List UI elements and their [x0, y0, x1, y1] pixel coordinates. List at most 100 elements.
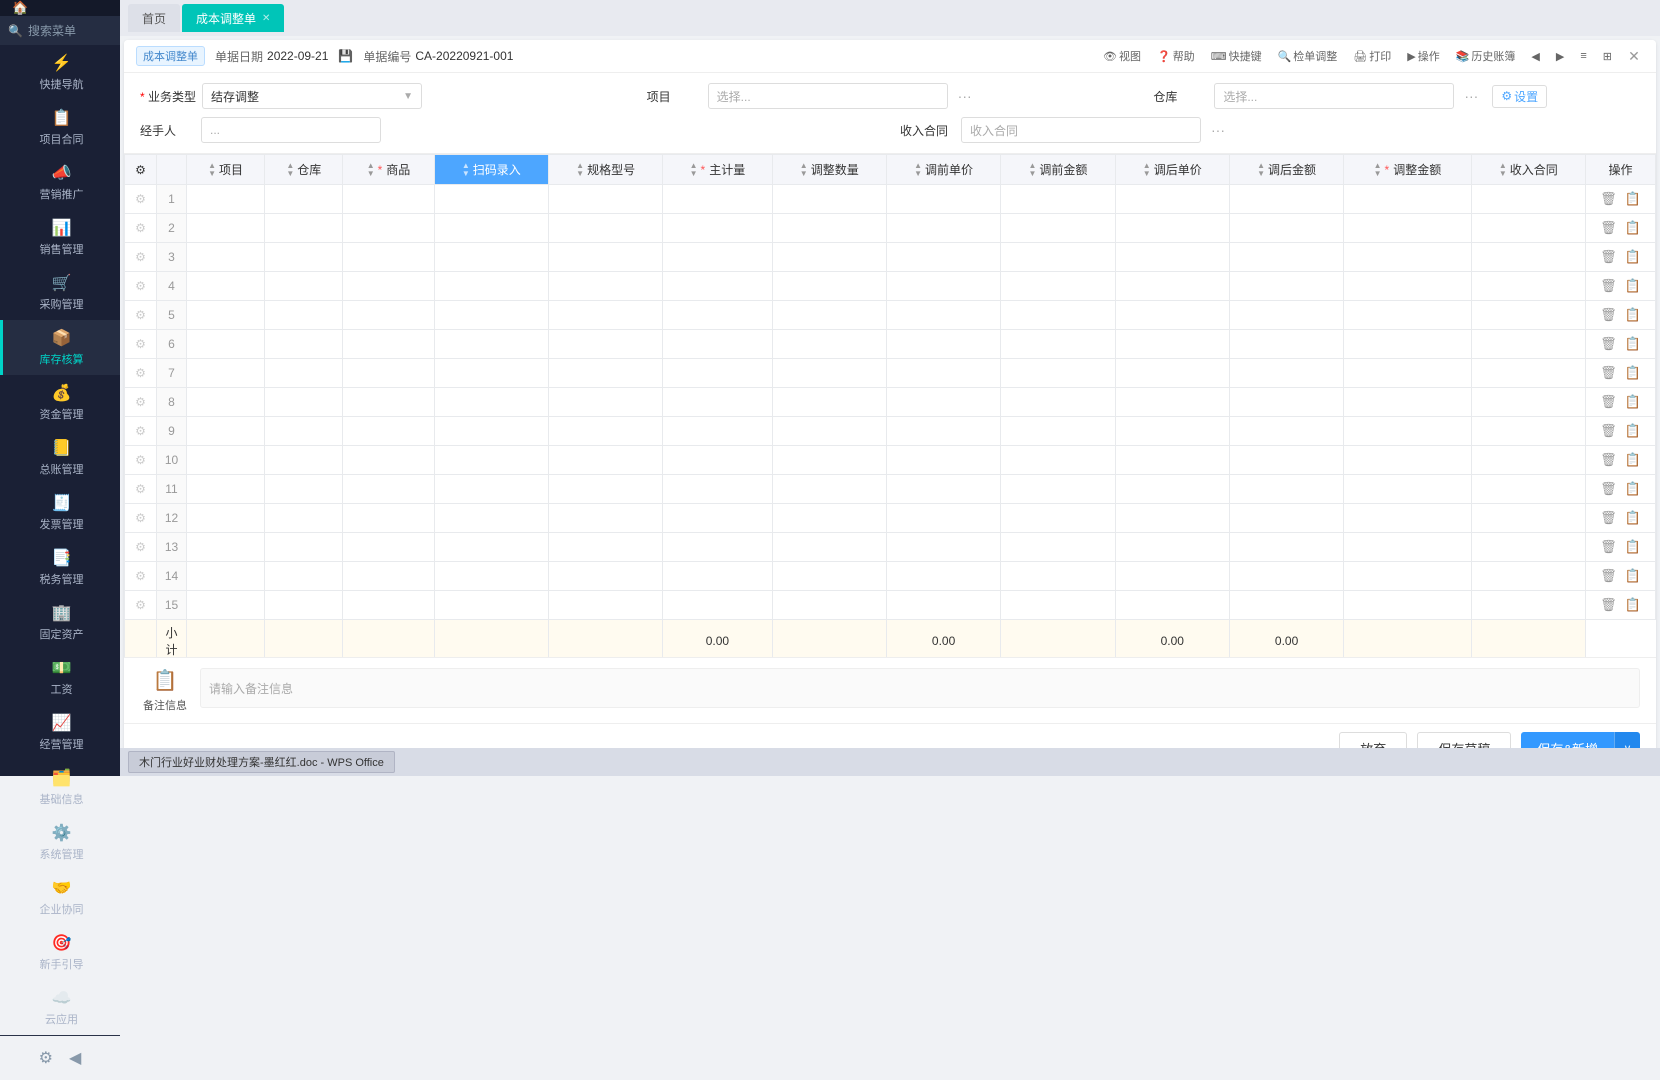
row-delete-btn[interactable]: 🗑 — [1598, 508, 1619, 528]
row-post-adj-amount[interactable] — [1229, 562, 1343, 591]
row-pre-adj-price[interactable] — [886, 475, 1000, 504]
row-pre-adj-amount[interactable] — [1001, 330, 1115, 359]
row-project[interactable] — [187, 272, 265, 301]
row-post-adj-amount[interactable] — [1229, 446, 1343, 475]
row-project[interactable] — [187, 504, 265, 533]
row-pre-adj-amount[interactable] — [1001, 185, 1115, 214]
row-warehouse[interactable] — [265, 388, 343, 417]
row-copy-btn[interactable]: 📋 — [1623, 595, 1643, 615]
row-adj-amount[interactable] — [1344, 214, 1471, 243]
row-spec-type[interactable] — [548, 591, 662, 620]
row-adj-qty[interactable] — [772, 504, 886, 533]
sidebar-item-payroll[interactable]: 💵 工资 — [0, 650, 120, 705]
row-project[interactable] — [187, 185, 265, 214]
layout1-btn[interactable]: ≡ — [1576, 48, 1590, 64]
row-warehouse[interactable] — [265, 185, 343, 214]
row-product[interactable] — [343, 388, 434, 417]
row-pre-adj-price[interactable] — [886, 446, 1000, 475]
row-product[interactable] — [343, 446, 434, 475]
sidebar-item-basic-info[interactable]: 🗂️ 基础信息 — [0, 760, 120, 815]
row-adj-amount[interactable] — [1344, 272, 1471, 301]
row-pre-adj-amount[interactable] — [1001, 417, 1115, 446]
col-post-adj-amount[interactable]: ▲▼ 调后金额 — [1229, 155, 1343, 185]
row-main-qty[interactable] — [663, 446, 772, 475]
row-adj-amount[interactable] — [1344, 388, 1471, 417]
row-post-adj-price[interactable] — [1115, 591, 1229, 620]
settings-bottom-btn[interactable]: ⚙ — [35, 1044, 57, 1072]
row-spec-type[interactable] — [548, 388, 662, 417]
row-pre-adj-price[interactable] — [886, 504, 1000, 533]
row-main-qty[interactable] — [663, 533, 772, 562]
history-btn[interactable]: 📚 历史账簿 — [1452, 46, 1520, 66]
row-pre-adj-amount[interactable] — [1001, 359, 1115, 388]
row-spec-type[interactable] — [548, 417, 662, 446]
row-pre-adj-price[interactable] — [886, 185, 1000, 214]
income-contract-input[interactable]: 收入合同 — [961, 117, 1201, 143]
row-adj-amount[interactable] — [1344, 562, 1471, 591]
sidebar-item-fixed-assets[interactable]: 🏢 固定资产 — [0, 595, 120, 650]
row-warehouse[interactable] — [265, 591, 343, 620]
row-adj-amount[interactable] — [1344, 243, 1471, 272]
row-post-adj-amount[interactable] — [1229, 388, 1343, 417]
sidebar-item-quick-nav[interactable]: ⚡ 快捷导航 — [0, 45, 120, 100]
row-income-contract[interactable] — [1471, 301, 1585, 330]
row-post-adj-amount[interactable] — [1229, 504, 1343, 533]
row-income-contract[interactable] — [1471, 272, 1585, 301]
view-btn[interactable]: 👁 视图 — [1099, 46, 1145, 66]
sidebar-item-tax-mgmt[interactable]: 📑 税务管理 — [0, 540, 120, 595]
row-product[interactable] — [343, 533, 434, 562]
row-pre-adj-price[interactable] — [886, 591, 1000, 620]
row-copy-btn[interactable]: 📋 — [1623, 508, 1643, 528]
row-income-contract[interactable] — [1471, 359, 1585, 388]
tab-home[interactable]: 首页 — [128, 4, 180, 32]
row-warehouse[interactable] — [265, 533, 343, 562]
sidebar-item-ops-mgmt[interactable]: 📈 经营管理 — [0, 705, 120, 760]
row-adj-amount[interactable] — [1344, 359, 1471, 388]
row-spec-type[interactable] — [548, 272, 662, 301]
row-copy-btn[interactable]: 📋 — [1623, 450, 1643, 470]
row-pre-adj-amount[interactable] — [1001, 243, 1115, 272]
row-warehouse[interactable] — [265, 272, 343, 301]
row-pre-adj-amount[interactable] — [1001, 475, 1115, 504]
row-post-adj-amount[interactable] — [1229, 214, 1343, 243]
row-warehouse[interactable] — [265, 330, 343, 359]
col-main-qty[interactable]: ▲▼ *主计量 — [663, 155, 772, 185]
row-project[interactable] — [187, 330, 265, 359]
row-post-adj-amount[interactable] — [1229, 301, 1343, 330]
row-project[interactable] — [187, 388, 265, 417]
row-pre-adj-price[interactable] — [886, 388, 1000, 417]
row-income-contract[interactable] — [1471, 504, 1585, 533]
row-delete-btn[interactable]: 🗑 — [1598, 566, 1619, 586]
row-copy-btn[interactable]: 📋 — [1623, 566, 1643, 586]
ops-btn[interactable]: ▶ 操作 — [1403, 46, 1443, 66]
row-post-adj-amount[interactable] — [1229, 533, 1343, 562]
nav-next-btn[interactable]: ▶ — [1552, 48, 1568, 65]
row-copy-btn[interactable]: 📋 — [1623, 479, 1643, 499]
row-spec-type[interactable] — [548, 243, 662, 272]
row-scan-input[interactable] — [434, 185, 548, 214]
row-scan-input[interactable] — [434, 562, 548, 591]
sidebar-item-project-contract[interactable]: 📋 项目合同 — [0, 100, 120, 155]
row-pre-adj-price[interactable] — [886, 533, 1000, 562]
row-warehouse[interactable] — [265, 417, 343, 446]
row-post-adj-price[interactable] — [1115, 330, 1229, 359]
row-adj-amount[interactable] — [1344, 504, 1471, 533]
row-post-adj-price[interactable] — [1115, 388, 1229, 417]
row-post-adj-amount[interactable] — [1229, 359, 1343, 388]
row-adj-qty[interactable] — [772, 533, 886, 562]
row-adj-amount[interactable] — [1344, 591, 1471, 620]
row-scan-input[interactable] — [434, 533, 548, 562]
row-main-qty[interactable] — [663, 388, 772, 417]
row-main-qty[interactable] — [663, 359, 772, 388]
row-post-adj-price[interactable] — [1115, 504, 1229, 533]
col-adj-qty[interactable]: ▲▼ 调整数量 — [772, 155, 886, 185]
row-copy-btn[interactable]: 📋 — [1623, 218, 1643, 238]
sidebar-search[interactable]: 🔍 搜索菜单 — [0, 16, 120, 45]
col-gear[interactable]: ⚙ — [125, 155, 157, 185]
row-scan-input[interactable] — [434, 475, 548, 504]
row-product[interactable] — [343, 185, 434, 214]
row-project[interactable] — [187, 301, 265, 330]
taskbar-item-wps[interactable]: 木门行业好业财处理方案-墨红红.doc - WPS Office — [128, 751, 395, 773]
nav-prev-btn[interactable]: ◀ — [1527, 48, 1543, 65]
row-post-adj-price[interactable] — [1115, 185, 1229, 214]
